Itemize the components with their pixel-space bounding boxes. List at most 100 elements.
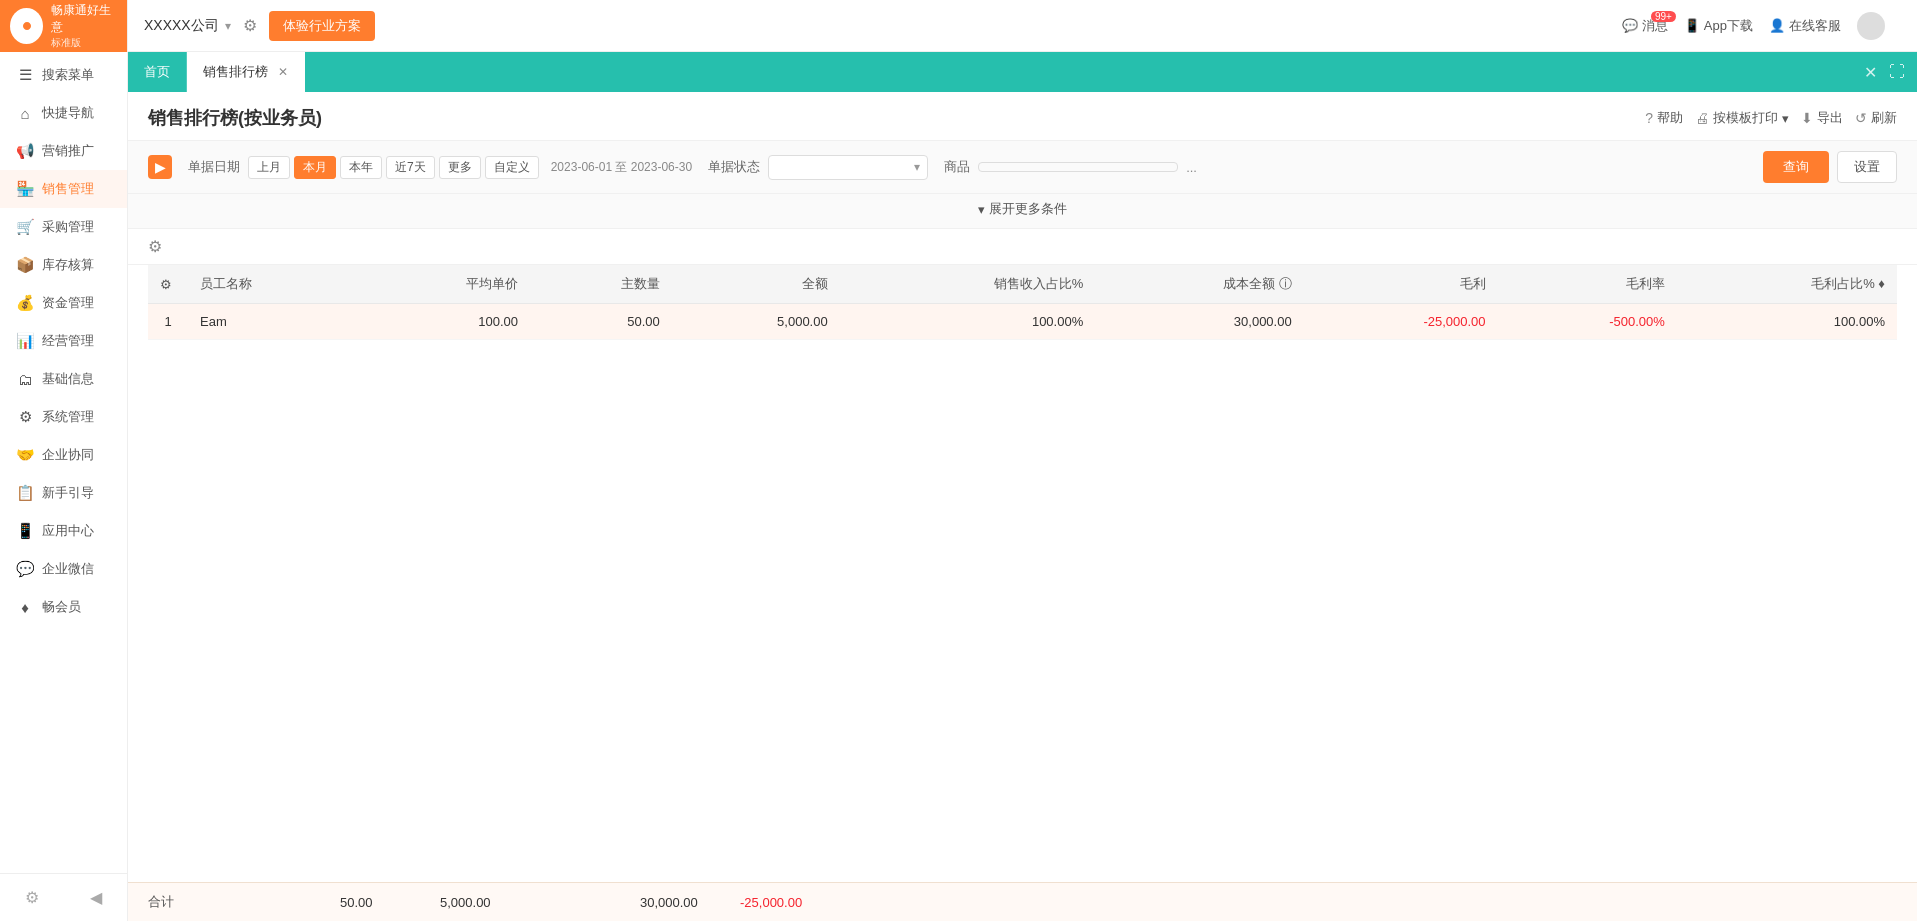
cell-gross-rate: -500.00% bbox=[1498, 304, 1677, 340]
page-title: 销售排行榜(按业务员) bbox=[148, 106, 322, 130]
sidebar-label-system: 系统管理 bbox=[42, 408, 94, 426]
date-custom-btn[interactable]: 自定义 bbox=[485, 156, 539, 179]
tab-fullscreen-icon[interactable]: ⛶ bbox=[1889, 63, 1905, 81]
expand-chevron-icon: ▾ bbox=[978, 202, 985, 217]
sidebar-item-corp-collab[interactable]: 🤝企业协同 bbox=[0, 436, 127, 474]
print-icon: 🖨 bbox=[1695, 110, 1709, 126]
col-gross-pct: 毛利占比% ♦ bbox=[1677, 265, 1897, 304]
logo-text-block: 畅康通好生意 标准版 bbox=[51, 2, 117, 50]
sidebar-icon-finance: 💰 bbox=[16, 294, 34, 312]
sidebar-icon-operations: 📊 bbox=[16, 332, 34, 350]
print-button[interactable]: 🖨 按模板打印 ▾ bbox=[1695, 109, 1789, 127]
export-button[interactable]: ⬇ 导出 bbox=[1801, 109, 1843, 127]
sidebar-icon-wechat: 💬 bbox=[16, 560, 34, 578]
sidebar-label-search-orders: 搜索菜单 bbox=[42, 66, 94, 84]
filter-expand-row: ▾ 展开更多条件 bbox=[128, 194, 1917, 229]
sidebar-icon-inventory: 📦 bbox=[16, 256, 34, 274]
app-download-button[interactable]: 📱 App下载 bbox=[1684, 17, 1753, 35]
message-button[interactable]: 💬 消息 99+ bbox=[1622, 17, 1668, 35]
topbar-right: 💬 消息 99+ 📱 App下载 👤 在线客服 bbox=[1622, 12, 1901, 40]
date-this-month-btn[interactable]: 本月 bbox=[294, 156, 336, 179]
date-this-year-btn[interactable]: 本年 bbox=[340, 156, 382, 179]
footer-cells: 50.00 5,000.00 30,000.00 -25,000.00 bbox=[228, 895, 1897, 910]
date-last-month-btn[interactable]: 上月 bbox=[248, 156, 290, 179]
tab-sales-rank[interactable]: 销售排行榜 ✕ bbox=[187, 52, 305, 92]
export-icon: ⬇ bbox=[1801, 110, 1813, 126]
sidebar-icon-corp-collab: 🤝 bbox=[16, 446, 34, 464]
table-header-row: ⚙ 员工名称 平均单价 主数量 全额 销售收入占比% 成本全额 ⓘ 毛利 毛利率… bbox=[148, 265, 1897, 304]
status-filter-label: 单据状态 bbox=[708, 158, 760, 176]
table-body: 1 Eam 100.00 50.00 5,000.00 100.00% 30,0… bbox=[148, 304, 1897, 340]
status-select-wrap bbox=[768, 155, 928, 180]
filter-more-btn[interactable]: ... bbox=[1186, 160, 1197, 175]
online-service-button[interactable]: 👤 在线客服 bbox=[1769, 17, 1841, 35]
tab-home[interactable]: 首页 bbox=[128, 52, 187, 92]
page-actions: ? 帮助 🖨 按模板打印 ▾ ⬇ 导出 ↺ 刷新 bbox=[1645, 109, 1897, 127]
tab-home-label: 首页 bbox=[144, 63, 170, 81]
company-selector[interactable]: XXXXX公司 ▾ bbox=[144, 17, 231, 35]
table-wrap: ⚙ 员工名称 平均单价 主数量 全额 销售收入占比% 成本全额 ⓘ 毛利 毛利率… bbox=[128, 265, 1917, 882]
query-button[interactable]: 查询 bbox=[1763, 151, 1829, 183]
sidebar-nav: ☰ 搜索菜单 ⌂快捷导航📢营销推广🏪销售管理🛒采购管理 📦 库存核算 💰资金管理 📊 经营管理… bbox=[0, 52, 127, 873]
tab-close-all-icon[interactable]: ✕ bbox=[1864, 63, 1877, 82]
company-name: XXXXX公司 bbox=[144, 17, 219, 35]
table-row: 1 Eam 100.00 50.00 5,000.00 100.00% 30,0… bbox=[148, 304, 1897, 340]
sidebar-item-member[interactable]: ♦畅会员 bbox=[0, 588, 127, 626]
date-more-btn[interactable]: 更多 bbox=[439, 156, 481, 179]
filter-bar: ▶ 单据日期 上月 本月 本年 近7天 更多 自定义 2023-06-01 至 … bbox=[128, 141, 1917, 194]
page-header: 销售排行榜(按业务员) ? 帮助 🖨 按模板打印 ▾ ⬇ 导出 ↺ 刷新 bbox=[128, 92, 1917, 141]
col-gross: 毛利 bbox=[1304, 265, 1498, 304]
sidebar-item-app-center[interactable]: 📱应用中心 bbox=[0, 512, 127, 550]
sidebar-collapse-btn[interactable]: ◀ bbox=[86, 884, 106, 911]
goods-input[interactable] bbox=[978, 162, 1178, 172]
sidebar-icon-search-orders: ☰ bbox=[16, 66, 34, 84]
avatar[interactable] bbox=[1857, 12, 1885, 40]
sidebar-item-operations[interactable]: 📊 经营管理 bbox=[0, 322, 127, 360]
settings-icon[interactable]: ⚙ bbox=[243, 16, 257, 35]
tab-close-icon[interactable]: ✕ bbox=[278, 65, 288, 79]
table-footer: 合计 50.00 5,000.00 30,000.00 -25,000.00 bbox=[128, 882, 1917, 921]
sidebar-label-marketing: 营销推广 bbox=[42, 142, 94, 160]
status-select[interactable] bbox=[768, 155, 928, 180]
date-filter-label: 单据日期 bbox=[188, 158, 240, 176]
sidebar-label-inventory: 库存核算 bbox=[42, 256, 94, 274]
table-toolbar: ⚙ bbox=[128, 229, 1917, 265]
col-rank: ⚙ bbox=[148, 265, 188, 304]
col-gross-rate: 毛利率 bbox=[1498, 265, 1677, 304]
cell-name: Eam bbox=[188, 304, 359, 340]
sidebar-label-member: 畅会员 bbox=[42, 598, 81, 616]
sidebar-label-guide: 新手引导 bbox=[42, 484, 94, 502]
sidebar-item-finance[interactable]: 💰资金管理 bbox=[0, 284, 127, 322]
col-avg-price: 平均单价 bbox=[359, 265, 530, 304]
settings-button[interactable]: 设置 bbox=[1837, 151, 1897, 183]
sidebar-item-sales[interactable]: 🏪销售管理 bbox=[0, 170, 127, 208]
trial-button[interactable]: 体验行业方案 bbox=[269, 11, 375, 41]
sidebar-settings-btn[interactable]: ⚙ bbox=[21, 884, 43, 911]
sidebar-bottom: ⚙ ◀ bbox=[0, 873, 127, 921]
sidebar-icon-system: ⚙ bbox=[16, 408, 34, 426]
sidebar-label-operations: 经营管理 bbox=[42, 332, 94, 350]
help-button[interactable]: ? 帮助 bbox=[1645, 109, 1683, 127]
sidebar-item-marketing[interactable]: 📢营销推广 bbox=[0, 132, 127, 170]
cell-avg-price: 100.00 bbox=[359, 304, 530, 340]
column-settings-icon[interactable]: ⚙ bbox=[148, 237, 162, 256]
date-last-7-btn[interactable]: 近7天 bbox=[386, 156, 435, 179]
footer-total-label: 合计 bbox=[148, 893, 228, 911]
sidebar: 畅康通好生意 标准版 ☰ 搜索菜单 ⌂快捷导航📢营销推广🏪销售管理🛒采购管理 📦 库存核… bbox=[0, 0, 128, 921]
sidebar-item-system[interactable]: ⚙ 系统管理 bbox=[0, 398, 127, 436]
sidebar-item-purchase[interactable]: 🛒采购管理 bbox=[0, 208, 127, 246]
refresh-button[interactable]: ↺ 刷新 bbox=[1855, 109, 1897, 127]
sidebar-item-base-info[interactable]: 🗂基础信息 bbox=[0, 360, 127, 398]
sidebar-item-inventory[interactable]: 📦 库存核算 bbox=[0, 246, 127, 284]
filter-expand-icon[interactable]: ▶ bbox=[148, 155, 172, 179]
sidebar-item-search-orders[interactable]: ☰ 搜索菜单 bbox=[0, 56, 127, 94]
sidebar-item-guide[interactable]: 📋新手引导 bbox=[0, 474, 127, 512]
logo-title: 畅康通好生意 bbox=[51, 2, 117, 36]
data-table: ⚙ 员工名称 平均单价 主数量 全额 销售收入占比% 成本全额 ⓘ 毛利 毛利率… bbox=[148, 265, 1897, 340]
cell-amount: 5,000.00 bbox=[672, 304, 840, 340]
expand-more-conditions-btn[interactable]: ▾ 展开更多条件 bbox=[978, 200, 1067, 218]
status-filter-group: 单据状态 bbox=[708, 155, 928, 180]
sidebar-label-base-info: 基础信息 bbox=[42, 370, 94, 388]
sidebar-item-quick-nav[interactable]: ⌂快捷导航 bbox=[0, 94, 127, 132]
sidebar-item-wechat[interactable]: 💬企业微信 bbox=[0, 550, 127, 588]
